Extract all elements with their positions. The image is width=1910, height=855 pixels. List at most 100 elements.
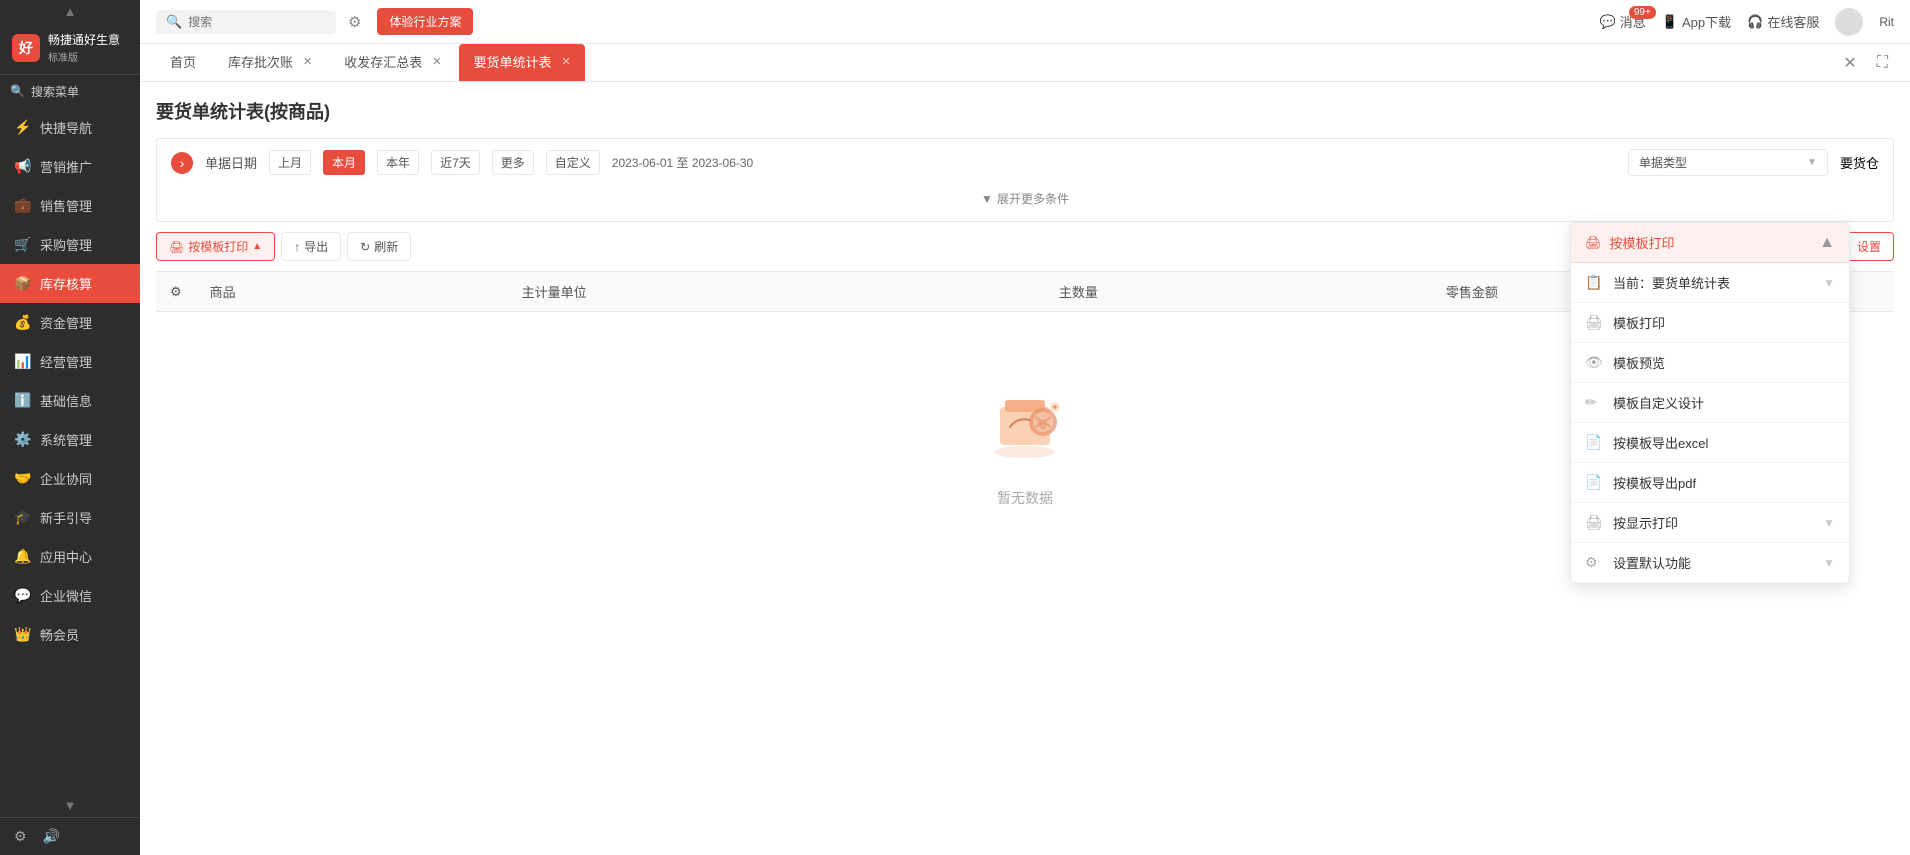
tab-inventory-batch-close[interactable]: ✕: [303, 55, 312, 68]
marketing-icon: 📢: [14, 158, 32, 175]
finance-icon: 💰: [14, 314, 32, 331]
sidebar-scroll-down[interactable]: ▼: [0, 794, 140, 817]
sidebar-item-label: 畅会员: [40, 625, 79, 644]
expand-icon: ▼: [981, 192, 993, 206]
sidebar-item-wechat[interactable]: 💬 企业微信: [0, 576, 140, 615]
print-template-button[interactable]: 🖨 按模板打印 ▲: [156, 232, 275, 261]
current-template-label: 当前：要货单统计表: [1613, 273, 1813, 292]
sidebar-item-sales[interactable]: 💼 销售管理: [0, 186, 140, 225]
date-btn-7days[interactable]: 近7天: [431, 150, 480, 175]
sidebar-item-finance[interactable]: 💰 资金管理: [0, 303, 140, 342]
action-btn-group: 🖨 按模板打印 ▲ ↑ 导出 ↻ 刷新: [156, 232, 411, 261]
display-print-chevron-icon: ▼: [1823, 516, 1835, 530]
sidebar-item-label: 企业微信: [40, 586, 92, 605]
date-btn-more[interactable]: 更多: [492, 150, 534, 175]
sidebar-item-system[interactable]: ⚙️ 系统管理: [0, 420, 140, 459]
print-dropdown-header: 🖨 按模板打印 ▲: [1571, 223, 1849, 263]
export-pdf-label: 按模板导出pdf: [1613, 473, 1835, 492]
print-dropdown-display-print[interactable]: 🖨 按显示打印 ▼: [1571, 503, 1849, 543]
messages-button[interactable]: 💬 消息 99+: [1600, 12, 1646, 31]
empty-state-icon: [975, 372, 1075, 472]
export-button[interactable]: ↑ 导出: [281, 232, 341, 261]
print-dropdown-template-custom[interactable]: ✏ 模板自定义设计: [1571, 383, 1849, 423]
tab-receivable-summary-close[interactable]: ✕: [432, 55, 441, 68]
col-goods: 商品: [196, 272, 508, 312]
trial-button[interactable]: 体验行业方案: [377, 8, 473, 35]
type-filter-select[interactable]: 单据类型 ▼: [1628, 149, 1828, 176]
print-dropdown-title-area: 🖨 按模板打印: [1585, 233, 1675, 252]
app-name: 畅捷通好生意: [48, 33, 120, 49]
print-dropdown-template-preview[interactable]: 👁 模板预览: [1571, 343, 1849, 383]
expand-more-conditions[interactable]: ▼ 展开更多条件: [971, 186, 1079, 211]
sidebar-item-label: 基础信息: [40, 391, 92, 410]
empty-state-text: 暂无数据: [997, 488, 1053, 508]
sidebar-item-marketing[interactable]: 📢 营销推广: [0, 147, 140, 186]
system-icon: ⚙️: [14, 431, 32, 448]
print-dropdown-export-excel[interactable]: 📄 按模板导出excel: [1571, 423, 1849, 463]
print-dropdown-close-icon[interactable]: ▲: [1819, 234, 1835, 252]
sidebar-item-purchase[interactable]: 🛒 采购管理: [0, 225, 140, 264]
enterprise-icon: 🤝: [14, 470, 32, 487]
app-download-button[interactable]: 📱 App下载: [1662, 12, 1731, 31]
sidebar-scroll-up[interactable]: ▲: [0, 0, 140, 23]
support-icon: 🎧: [1747, 14, 1763, 30]
export-icon: ↑: [294, 240, 300, 254]
volume-footer-icon[interactable]: 🔊: [43, 828, 60, 845]
print-template-label: 按模板打印: [188, 238, 248, 255]
tab-order-stats-close[interactable]: ✕: [562, 55, 571, 68]
date-btn-last-month[interactable]: 上月: [269, 150, 311, 175]
print-dropdown-title: 按模板打印: [1610, 233, 1675, 252]
print-icon: 🖨: [169, 240, 184, 254]
purchase-icon: 🛒: [14, 236, 32, 253]
date-btn-this-month[interactable]: 本月: [323, 150, 365, 175]
sidebar-item-quick-nav[interactable]: ⚡ 快捷导航: [0, 108, 140, 147]
sidebar-item-label: 经营管理: [40, 352, 92, 371]
sidebar-item-inventory[interactable]: 📦 库存核算: [0, 264, 140, 303]
date-btn-this-year[interactable]: 本年: [377, 150, 419, 175]
tab-inventory-batch[interactable]: 库存批次账 ✕: [214, 44, 326, 81]
display-print-label: 按显示打印: [1613, 513, 1813, 532]
user-avatar[interactable]: [1835, 8, 1863, 36]
refresh-button[interactable]: ↻ 刷新: [347, 232, 411, 261]
topbar-search-input[interactable]: [188, 15, 308, 29]
sidebar-item-label: 采购管理: [40, 235, 92, 254]
print-dropdown-set-default[interactable]: ⚙ 设置默认功能 ▼: [1571, 543, 1849, 583]
sidebar-item-member[interactable]: 👑 畅会员: [0, 615, 140, 654]
wechat-icon: 💬: [14, 587, 32, 604]
operations-icon: 📊: [14, 353, 32, 370]
topbar-search-area[interactable]: 🔍: [156, 10, 336, 34]
tab-receivable-summary[interactable]: 收发存汇总表 ✕: [330, 44, 455, 81]
sidebar-item-enterprise[interactable]: 🤝 企业协同: [0, 459, 140, 498]
settings-button[interactable]: 设置: [1844, 232, 1894, 261]
date-btn-custom[interactable]: 自定义: [546, 150, 600, 175]
print-dropdown-template-print[interactable]: 🖨 模板打印: [1571, 303, 1849, 343]
col-settings[interactable]: ⚙: [156, 272, 196, 312]
topbar-right: 💬 消息 99+ 📱 App下载 🎧 在线客服 Rit: [1600, 8, 1894, 36]
guide-icon: 🎓: [14, 509, 32, 526]
quick-nav-icon: ⚡: [14, 119, 32, 136]
sidebar-item-operations[interactable]: 📊 经营管理: [0, 342, 140, 381]
tab-order-stats[interactable]: 要货单统计表 ✕: [459, 44, 584, 81]
sidebar-item-label: 销售管理: [40, 196, 92, 215]
sidebar-item-app-center[interactable]: 🔔 应用中心: [0, 537, 140, 576]
settings-footer-icon[interactable]: ⚙: [14, 828, 27, 845]
filter-expand-button[interactable]: ›: [171, 152, 193, 174]
tab-close-all-button[interactable]: ✕: [1837, 51, 1862, 75]
tab-receivable-summary-label: 收发存汇总表: [344, 52, 422, 71]
sidebar-item-basic-info[interactable]: ℹ️ 基础信息: [0, 381, 140, 420]
template-custom-label: 模板自定义设计: [1613, 393, 1835, 412]
sidebar-search[interactable]: 🔍 搜索菜单: [0, 75, 140, 108]
sidebar-item-label: 企业协同: [40, 469, 92, 488]
tab-home[interactable]: 首页: [156, 44, 210, 81]
download-icon: 📱: [1662, 14, 1678, 30]
template-print-label: 模板打印: [1613, 313, 1835, 332]
print-dropdown-export-pdf[interactable]: 📄 按模板导出pdf: [1571, 463, 1849, 503]
print-dropdown-current[interactable]: 📋 当前：要货单统计表 ▼: [1571, 263, 1849, 303]
topbar-gear-icon[interactable]: ⚙: [348, 13, 361, 31]
tab-expand-button[interactable]: ⛶: [1871, 52, 1894, 74]
basic-info-icon: ℹ️: [14, 392, 32, 409]
app-logo-icon: 好: [12, 34, 40, 62]
online-support-button[interactable]: 🎧 在线客服: [1747, 12, 1819, 31]
sidebar-item-guide[interactable]: 🎓 新手引导: [0, 498, 140, 537]
sidebar-item-label: 系统管理: [40, 430, 92, 449]
